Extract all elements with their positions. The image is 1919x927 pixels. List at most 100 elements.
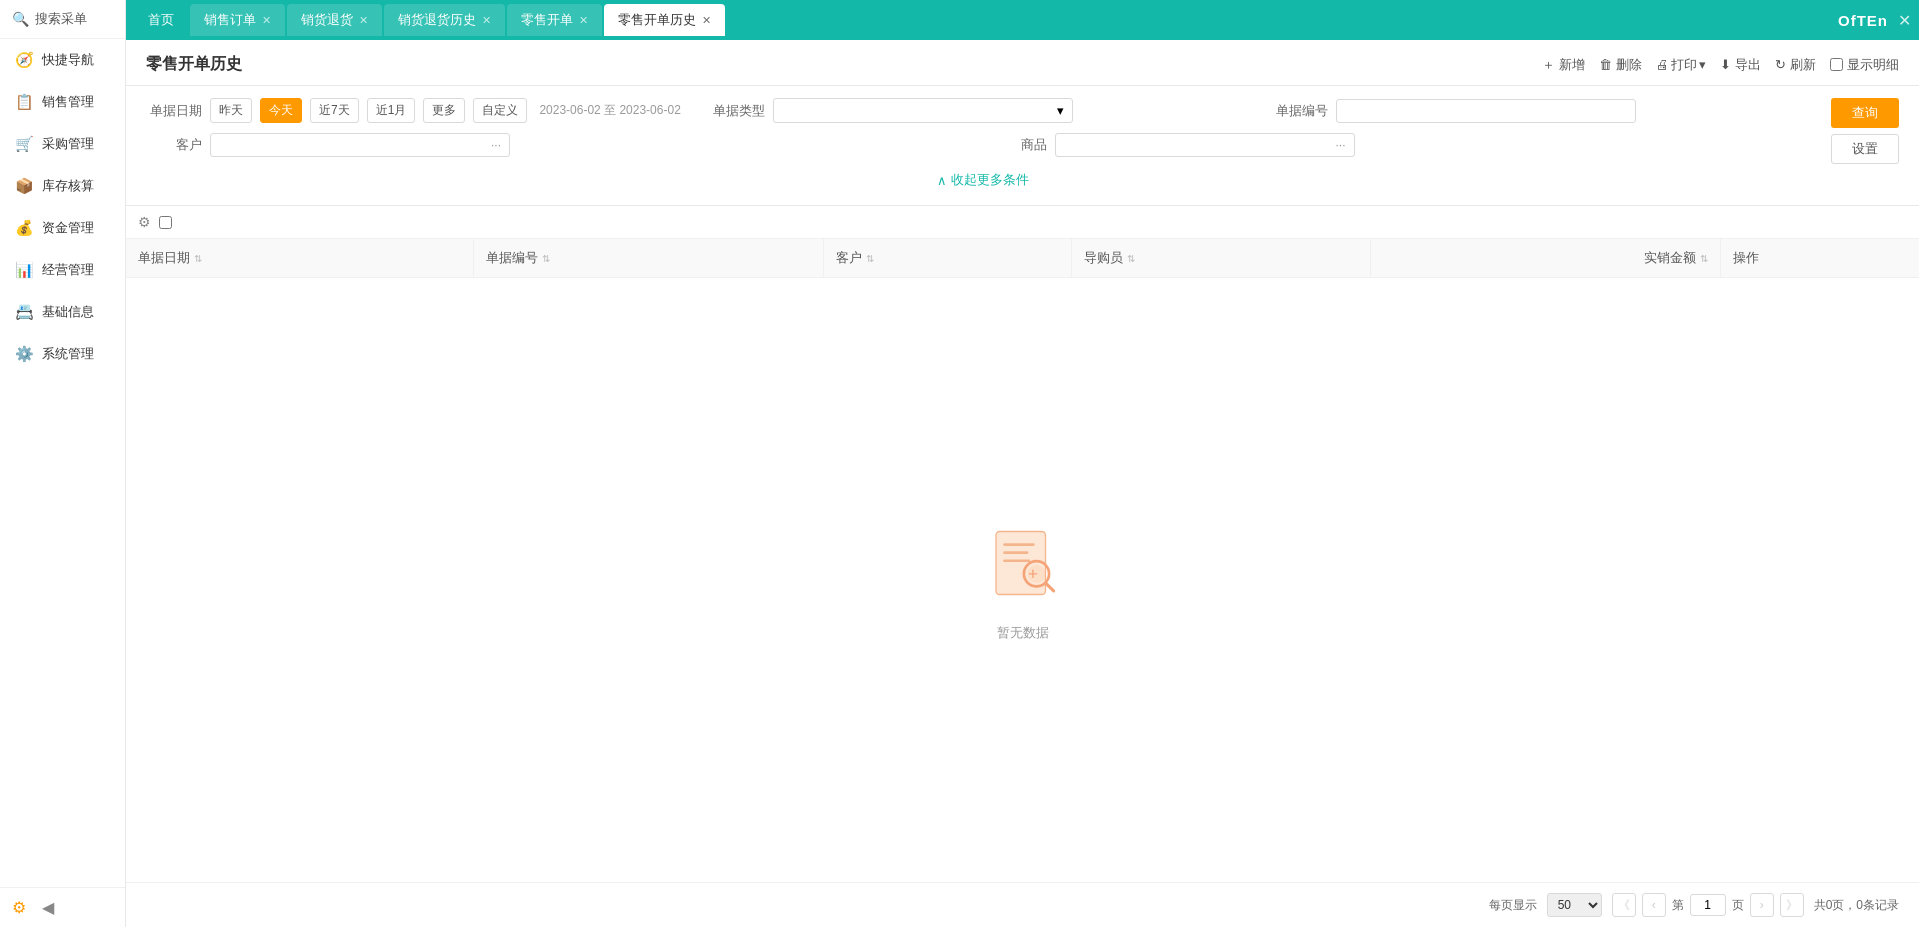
col-date[interactable]: 单据日期 ⇅	[126, 239, 474, 278]
date-options: 昨天 今天 近7天 近1月 更多 自定义 2023-06-02 至 2023-0…	[210, 98, 693, 123]
display-detail-input[interactable]	[1830, 58, 1843, 71]
pagination: 每页显示 50 20 100 《 ‹ 第 页 › 》 共0页，0条记录	[126, 882, 1919, 927]
tab-retail-open-label: 零售开单	[521, 11, 573, 29]
empty-illustration	[978, 518, 1068, 608]
col-number[interactable]: 单据编号 ⇅	[474, 239, 824, 278]
col-customer[interactable]: 客户 ⇅	[824, 239, 1072, 278]
tab-home[interactable]: 首页	[134, 4, 188, 36]
date-filter-group: 单据日期 昨天 今天 近7天 近1月 更多 自定义 2023-06-02 至 2…	[146, 98, 693, 123]
tab-retail-history-close[interactable]: ✕	[702, 14, 711, 27]
baseinfo-icon: 📇	[15, 303, 34, 321]
sidebar-item-quick-nav[interactable]: 🧭 快捷导航	[0, 39, 125, 81]
tab-bar-right: OfTEn ✕	[1838, 11, 1911, 30]
date-btn-yesterday[interactable]: 昨天	[210, 98, 252, 123]
last-page-button[interactable]: 》	[1780, 893, 1804, 917]
sidebar-item-purchase-mgmt[interactable]: 🛒 采购管理	[0, 123, 125, 165]
sidebar-item-base-info[interactable]: 📇 基础信息	[0, 291, 125, 333]
display-detail-checkbox[interactable]: 显示明细	[1830, 56, 1899, 74]
customer-input-wrapper: ···	[210, 133, 510, 157]
collapse-sidebar-icon[interactable]: ◀	[42, 898, 54, 917]
sidebar-item-label: 库存核算	[42, 177, 94, 195]
col-guide[interactable]: 导购员 ⇅	[1072, 239, 1371, 278]
first-page-button[interactable]: 《	[1612, 893, 1636, 917]
tab-retail-history[interactable]: 零售开单历史 ✕	[604, 4, 725, 36]
sidebar-item-label: 销售管理	[42, 93, 94, 111]
next-page-button[interactable]: ›	[1750, 893, 1774, 917]
tab-bar: 首页 销售订单 ✕ 销货退货 ✕ 销货退货历史 ✕ 零售开单 ✕ 零售开单历史 …	[126, 0, 1919, 40]
tab-retail-open-close[interactable]: ✕	[579, 14, 588, 27]
sidebar-item-operations[interactable]: 📊 经营管理	[0, 249, 125, 291]
sidebar-item-label: 基础信息	[42, 303, 94, 321]
sidebar-item-sys-mgmt[interactable]: ⚙️ 系统管理	[0, 333, 125, 375]
brand-label: OfTEn	[1838, 12, 1888, 29]
type-label: 单据类型	[709, 102, 765, 120]
customer-picker-icon[interactable]: ···	[491, 138, 501, 152]
col-amount-label: 实销金额	[1644, 249, 1696, 267]
col-amount[interactable]: 实销金额 ⇅	[1370, 239, 1720, 278]
filter-row-2: 客户 ··· 商品 ···	[146, 133, 1819, 157]
search-icon: 🔍	[12, 11, 29, 27]
sidebar-item-sales-mgmt[interactable]: 📋 销售管理	[0, 81, 125, 123]
delete-icon: 🗑	[1599, 57, 1612, 72]
query-button[interactable]: 查询	[1831, 98, 1899, 128]
current-page-input[interactable]	[1690, 894, 1726, 916]
date-btn-more[interactable]: 更多	[423, 98, 465, 123]
setting-button[interactable]: 设置	[1831, 134, 1899, 164]
pagination-nav: 《 ‹ 第 页 › 》	[1612, 893, 1804, 917]
type-filter-group: 单据类型 ▾	[709, 98, 1256, 123]
sidebar-item-finance[interactable]: 💰 资金管理	[0, 207, 125, 249]
date-btn-7days[interactable]: 近7天	[310, 98, 359, 123]
window-close-icon[interactable]: ✕	[1898, 11, 1911, 30]
col-action-label: 操作	[1733, 250, 1759, 265]
tab-sales-order-close[interactable]: ✕	[262, 14, 271, 27]
goods-picker-icon[interactable]: ···	[1335, 138, 1345, 152]
main-area: 首页 销售订单 ✕ 销货退货 ✕ 销货退货历史 ✕ 零售开单 ✕ 零售开单历史 …	[126, 0, 1919, 927]
prev-page-button[interactable]: ‹	[1642, 893, 1666, 917]
sales-icon: 📋	[15, 93, 34, 111]
goods-input[interactable]	[1064, 138, 1336, 152]
sidebar-search[interactable]: 🔍 搜索采单	[0, 0, 125, 39]
customer-label: 客户	[146, 136, 202, 154]
export-button[interactable]: ⬇ 导出	[1720, 56, 1761, 74]
date-label: 单据日期	[146, 102, 202, 120]
toolbar: ＋ 新增 🗑 删除 🖨 打印 ▾ ⬇ 导出 ↻ 刷新	[1542, 56, 1899, 74]
date-btn-custom[interactable]: 自定义	[473, 98, 527, 123]
table-toolbar: ⚙	[126, 206, 1919, 239]
customer-input[interactable]	[219, 138, 491, 152]
sidebar-item-label: 系统管理	[42, 345, 94, 363]
tab-sales-order-label: 销售订单	[204, 11, 256, 29]
tab-sales-return-close[interactable]: ✕	[359, 14, 368, 27]
tab-sales-return-history[interactable]: 销货退货历史 ✕	[384, 4, 505, 36]
table-header: 单据日期 ⇅ 单据编号 ⇅ 客户	[126, 239, 1919, 278]
date-btn-today[interactable]: 今天	[260, 98, 302, 123]
filter-area: 单据日期 昨天 今天 近7天 近1月 更多 自定义 2023-06-02 至 2…	[126, 86, 1919, 206]
refresh-button[interactable]: ↻ 刷新	[1775, 56, 1816, 74]
compass-icon: 🧭	[15, 51, 34, 69]
svg-rect-1	[1003, 543, 1034, 546]
date-btn-1month[interactable]: 近1月	[367, 98, 416, 123]
tab-sales-return-history-close[interactable]: ✕	[482, 14, 491, 27]
purchase-icon: 🛒	[15, 135, 34, 153]
collapse-filter-btn[interactable]: ∧ 收起更多条件	[146, 167, 1819, 193]
tab-retail-history-label: 零售开单历史	[618, 11, 696, 29]
number-label: 单据编号	[1272, 102, 1328, 120]
settings-gear-icon[interactable]: ⚙	[12, 898, 26, 917]
sidebar-item-inventory[interactable]: 📦 库存核算	[0, 165, 125, 207]
number-input[interactable]	[1345, 104, 1627, 118]
tab-retail-open[interactable]: 零售开单 ✕	[507, 4, 602, 36]
delete-button[interactable]: 🗑 删除	[1599, 56, 1642, 74]
type-select[interactable]: ▾	[773, 98, 1073, 123]
print-button[interactable]: 🖨 打印 ▾	[1656, 56, 1706, 74]
tab-home-label: 首页	[148, 11, 174, 29]
per-page-select[interactable]: 50 20 100	[1547, 893, 1602, 917]
tab-sales-return[interactable]: 销货退货 ✕	[287, 4, 382, 36]
select-all-checkbox[interactable]	[159, 216, 172, 229]
filter-section: 单据日期 昨天 今天 近7天 近1月 更多 自定义 2023-06-02 至 2…	[146, 98, 1899, 193]
tab-sales-order[interactable]: 销售订单 ✕	[190, 4, 285, 36]
page-header: 零售开单历史 ＋ 新增 🗑 删除 🖨 打印 ▾ ⬇ 导出	[126, 40, 1919, 86]
add-button[interactable]: ＋ 新增	[1542, 56, 1585, 74]
table-settings-icon[interactable]: ⚙	[138, 214, 151, 230]
date-range-display: 2023-06-02 至 2023-06-02	[539, 102, 680, 119]
page-summary: 共0页，0条记录	[1814, 897, 1899, 914]
delete-label: 删除	[1616, 56, 1642, 74]
